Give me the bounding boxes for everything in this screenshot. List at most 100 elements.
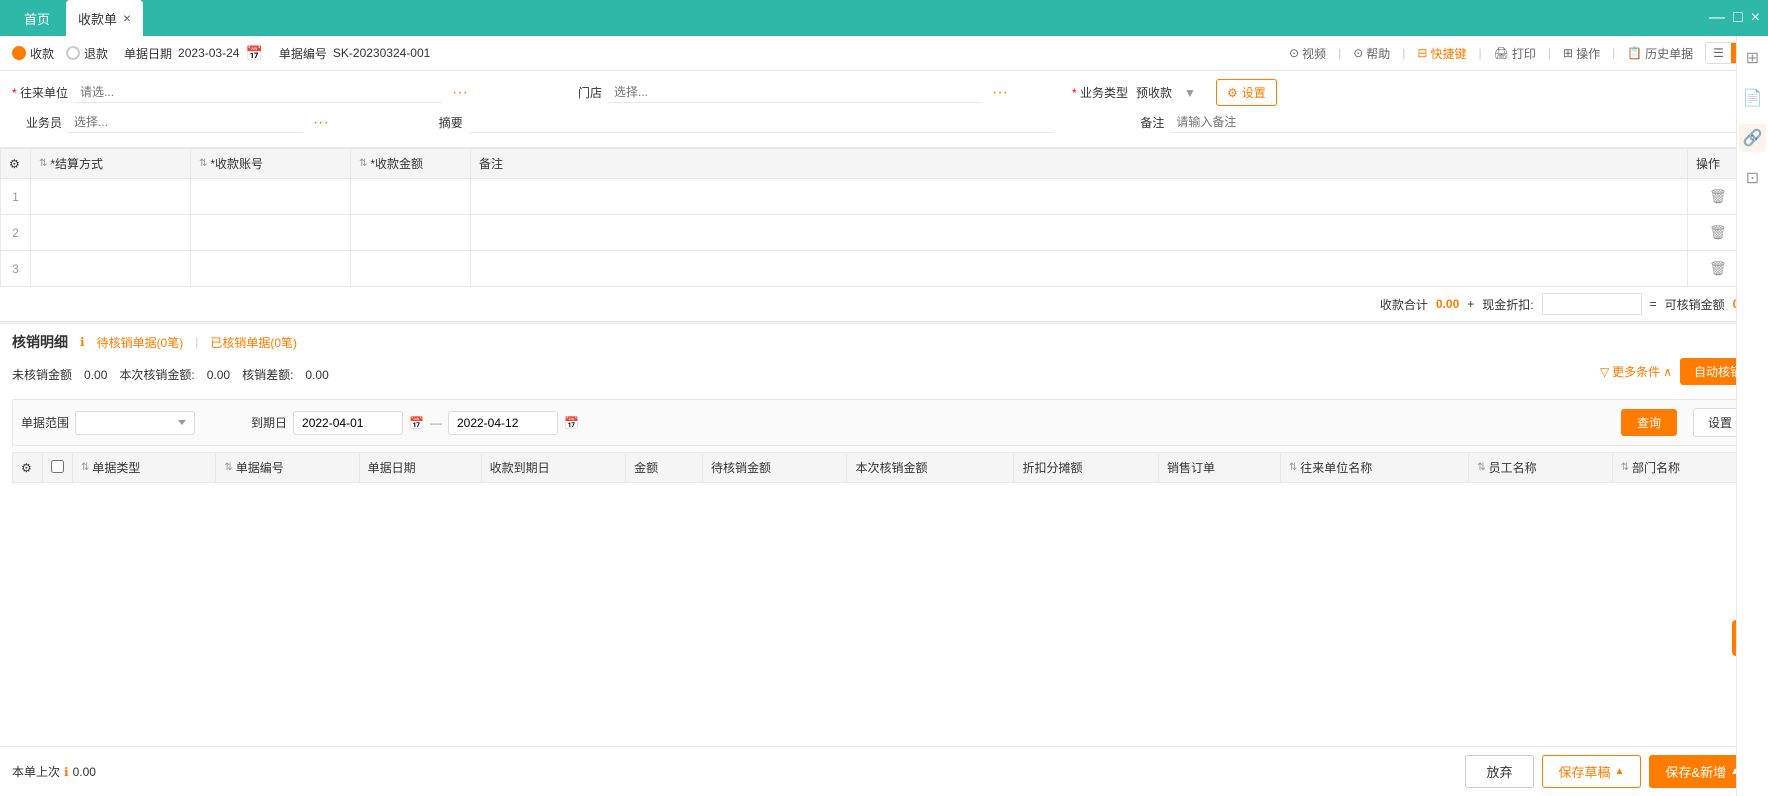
sort-account-icon[interactable]: ⇅ — [199, 158, 207, 169]
docno-value[interactable]: SK-20230324-001 — [333, 46, 430, 60]
note-input[interactable] — [1170, 112, 1756, 133]
radio-refund[interactable]: 退款 — [66, 45, 108, 62]
store-more-btn[interactable]: ··· — [988, 84, 1012, 102]
window-close-icon[interactable]: × — [1751, 9, 1760, 27]
th-ops-label: 操作 — [1696, 157, 1720, 171]
cell-account-3[interactable] — [191, 251, 351, 287]
store-input[interactable] — [608, 82, 982, 103]
save-new-label: 保存&新增 — [1665, 762, 1726, 781]
sidebar-table-icon[interactable]: ⊞ — [1742, 44, 1763, 72]
date-field: 单据日期 2023-03-24 📅 — [124, 45, 263, 62]
sidebar-link-icon[interactable]: 🔗 — [1739, 124, 1767, 152]
discount-input[interactable] — [1542, 293, 1642, 315]
tab-close-icon[interactable]: × — [123, 11, 131, 25]
form-area: * 往来单位 ··· 门店 ··· * 业务类型 预收款 ▼ ⚙ — [0, 71, 1768, 148]
btn-history[interactable]: 📋 历史单据 — [1623, 43, 1697, 64]
footer: 本单上次 ℹ 0.00 放弃 保存草稿 ▲ 保存&新增 ▲ — [0, 746, 1768, 796]
tab-verified[interactable]: 已核销单据(0笔) — [210, 334, 297, 351]
sidebar-expand-icon[interactable]: ⊡ — [1742, 164, 1763, 192]
biztype-arrow-icon[interactable]: ▼ — [1184, 86, 1196, 100]
view-list-btn[interactable]: ☰ — [1706, 43, 1731, 63]
btn-help[interactable]: ⊙ 帮助 — [1349, 43, 1394, 64]
bth-gear[interactable]: ⚙ — [13, 453, 43, 483]
cell-settle-1[interactable] — [31, 179, 191, 215]
counterpart-label: * 往来单位 — [12, 84, 68, 101]
search-range-select[interactable] — [75, 411, 195, 435]
date-label: 单据日期 — [124, 45, 172, 62]
abandon-btn[interactable]: 放弃 — [1465, 755, 1533, 788]
summary-label2: 现金折扣: — [1482, 296, 1533, 313]
sort-type-icon[interactable]: ⇅ — [81, 462, 89, 473]
staff-input[interactable] — [68, 112, 303, 133]
form-settings-btn[interactable]: ⚙ 设置 — [1216, 79, 1277, 106]
delete-icon-2[interactable]: 🗑 — [1709, 224, 1727, 240]
tab-pending[interactable]: 待核销单据(0笔) — [97, 334, 184, 351]
table-gear-icon[interactable]: ⚙ — [9, 157, 20, 171]
tab-receipt[interactable]: 收款单 × — [66, 0, 143, 36]
store-field: 门店 ··· — [552, 82, 1012, 103]
select-all-checkbox[interactable] — [51, 460, 64, 473]
cell-account-1[interactable] — [191, 179, 351, 215]
btn-print[interactable]: 🖨 打印 — [1490, 43, 1540, 64]
more-cond-btn[interactable]: ▽ 更多条件 ∧ — [1600, 363, 1672, 380]
date-value[interactable]: 2023-03-24 — [178, 46, 239, 60]
bth-checkbox[interactable] — [43, 453, 73, 483]
summary-input[interactable] — [469, 112, 1055, 133]
sidebar-doc-icon[interactable]: 📄 — [1739, 84, 1767, 112]
query-btn[interactable]: 查询 — [1621, 409, 1677, 436]
sort-dept-icon[interactable]: ⇅ — [1621, 462, 1629, 473]
th-note-label: 备注 — [479, 157, 503, 171]
receipt-type-group: 收款 退款 — [12, 45, 108, 62]
save-draft-label: 保存草稿 — [1559, 762, 1611, 781]
biztype-value[interactable]: 预收款 — [1136, 84, 1172, 101]
radio-receipt[interactable]: 收款 — [12, 45, 54, 62]
delete-icon-1[interactable]: 🗑 — [1709, 188, 1727, 204]
btn-shortcut[interactable]: ⊟ 快捷键 — [1413, 43, 1470, 64]
cell-note-2[interactable] — [471, 215, 1688, 251]
calendar-icon[interactable]: 📅 — [245, 45, 262, 62]
sort-staff-icon[interactable]: ⇅ — [1477, 462, 1485, 473]
bth-pending: 待核销金额 — [703, 453, 847, 483]
bth-docdate: 单据日期 — [359, 453, 481, 483]
sort-docno-icon[interactable]: ⇅ — [224, 462, 232, 473]
cell-settle-3[interactable] — [31, 251, 191, 287]
ops-label: 操作 — [1576, 45, 1600, 62]
cell-note-3[interactable] — [471, 251, 1688, 287]
search-date-end[interactable] — [448, 411, 558, 435]
tab-home[interactable]: 首页 — [8, 0, 66, 36]
th-gear[interactable]: ⚙ — [1, 149, 31, 179]
video-icon: ⊙ — [1289, 46, 1299, 60]
search-date-start[interactable] — [293, 411, 403, 435]
sort-amount-icon[interactable]: ⇅ — [359, 158, 367, 169]
counterpart-input[interactable] — [74, 82, 442, 103]
calendar-end-icon[interactable]: 📅 — [564, 416, 579, 430]
cell-amount-3[interactable] — [351, 251, 471, 287]
btn-ops[interactable]: ⊞ 操作 — [1559, 43, 1604, 64]
footer-info-icon[interactable]: ℹ — [64, 765, 69, 779]
cell-note-1[interactable] — [471, 179, 1688, 215]
radio-receipt-label: 收款 — [30, 45, 54, 62]
cell-amount-1[interactable] — [351, 179, 471, 215]
btn-video[interactable]: ⊙ 视频 — [1285, 43, 1330, 64]
sort-counterpart-icon[interactable]: ⇅ — [1289, 462, 1297, 473]
print-icon: 🖨 — [1494, 46, 1509, 60]
window-max-icon[interactable]: □ — [1733, 9, 1743, 27]
delete-icon-3[interactable]: 🗑 — [1709, 260, 1727, 276]
bottom-gear-icon[interactable]: ⚙ — [21, 461, 32, 475]
video-label: 视频 — [1302, 45, 1326, 62]
window-min-icon[interactable]: — — [1709, 9, 1725, 27]
cell-settle-2[interactable] — [31, 215, 191, 251]
right-sidebar: ⊞ 📄 🔗 ⊡ — [1736, 36, 1768, 796]
th-amount-label: *收款金额 — [370, 155, 423, 172]
form-row-2: 业务员 ··· 摘要 备注 — [12, 112, 1756, 133]
sort-settle-icon[interactable]: ⇅ — [39, 158, 47, 169]
calendar-start-icon[interactable]: 📅 — [409, 416, 424, 430]
bth-duedate: 收款到期日 — [481, 453, 625, 483]
counterpart-more-btn[interactable]: ··· — [448, 84, 472, 102]
verify-info-icon[interactable]: ℹ — [80, 335, 85, 349]
verify-header: 核销明细 ℹ 待核销单据(0笔) | 已核销单据(0笔) — [12, 332, 1756, 352]
save-draft-btn[interactable]: 保存草稿 ▲ — [1542, 755, 1642, 788]
staff-more-btn[interactable]: ··· — [309, 114, 333, 132]
cell-account-2[interactable] — [191, 215, 351, 251]
cell-amount-2[interactable] — [351, 215, 471, 251]
